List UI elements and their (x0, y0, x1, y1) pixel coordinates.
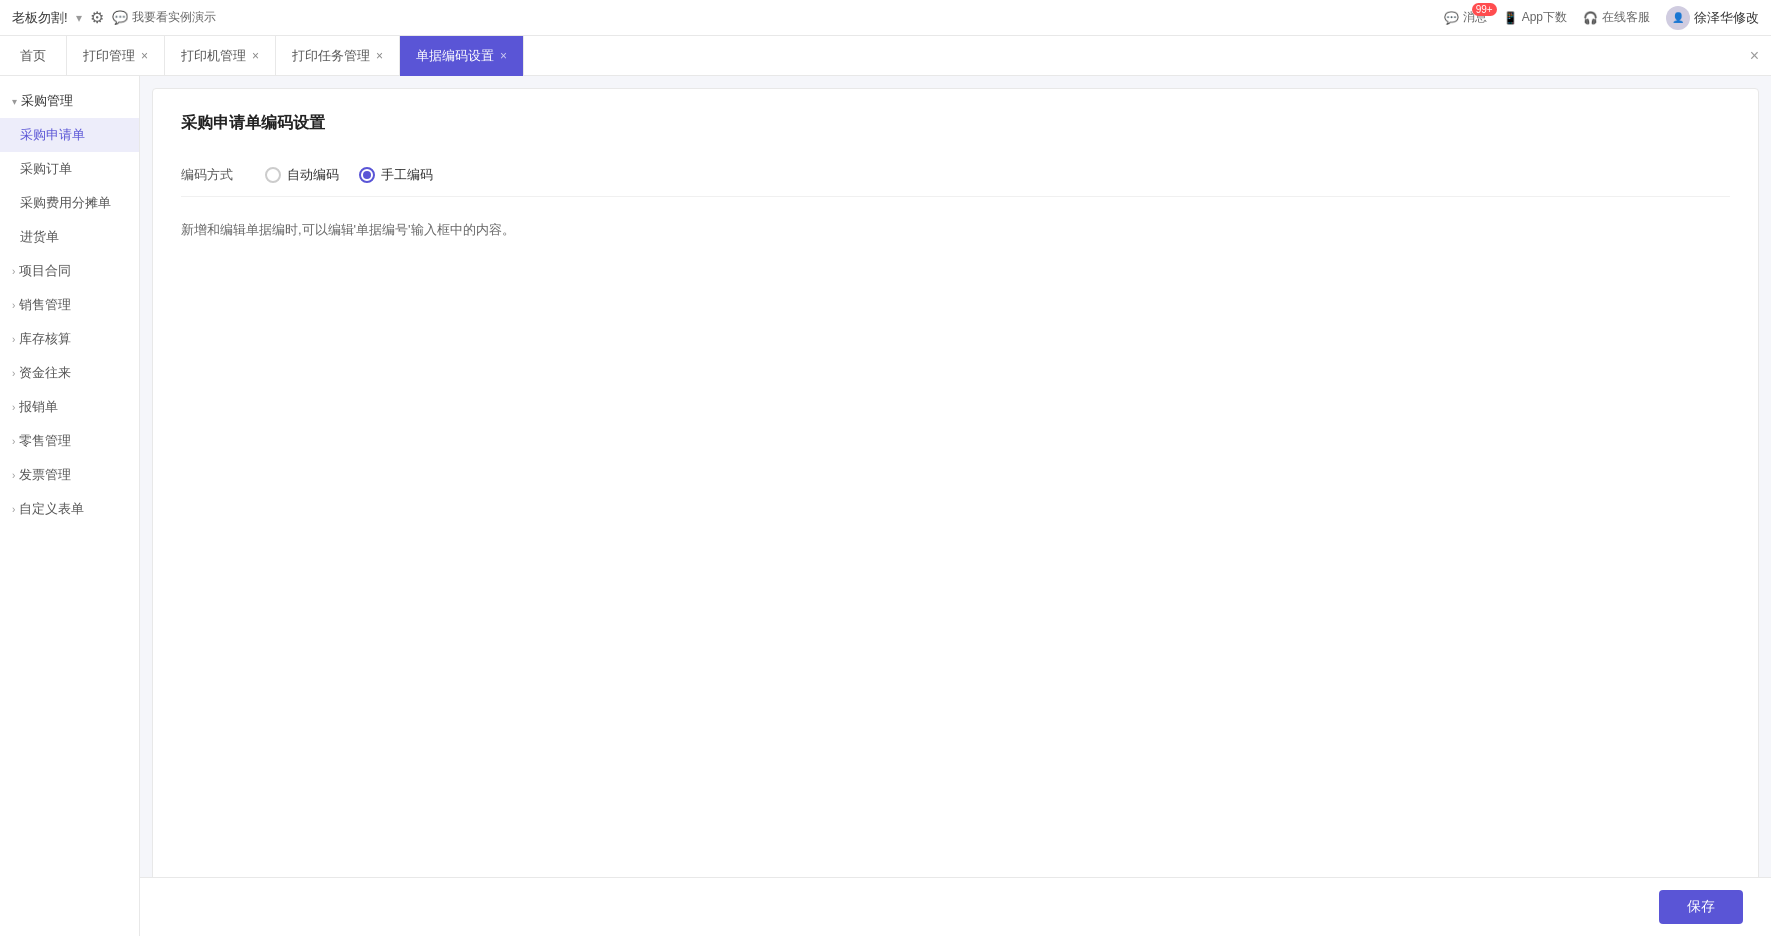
page-title: 采购申请单编码设置 (181, 113, 1730, 134)
encoding-label: 编码方式 (181, 166, 241, 184)
returns-arrow-icon: › (12, 402, 15, 413)
sales-arrow-icon: › (12, 300, 15, 311)
app-download-btn[interactable]: 📱 App下数 (1503, 9, 1567, 26)
content-area: 采购申请单编码设置 编码方式 自动编码 手工编码 (140, 76, 1771, 936)
retail-arrow-icon: › (12, 436, 15, 447)
tab-print-mgmt-label: 打印管理 (83, 47, 135, 65)
radio-auto-label: 自动编码 (287, 166, 339, 184)
user-name: 徐泽华修改 (1694, 9, 1759, 27)
demo-link[interactable]: 我要看实例演示 (112, 9, 216, 26)
settings-icon[interactable]: ⚙ (90, 8, 104, 27)
radio-manual-label: 手工编码 (381, 166, 433, 184)
sidebar-group-invoice-mgmt[interactable]: › 发票管理 (0, 458, 139, 492)
inventory-arrow-icon: › (12, 334, 15, 345)
encoding-section: 编码方式 自动编码 手工编码 新增和编辑单据编时,可以编辑'单据编号'输入框中的… (181, 154, 1730, 247)
message-btn[interactable]: 💬 消息 99+ (1444, 9, 1487, 26)
radio-auto-code[interactable]: 自动编码 (265, 166, 339, 184)
main-layout: ▾ 采购管理 采购申请单 采购订单 采购费用分摊单 进货单 › 项目合同 › 销… (0, 76, 1771, 936)
sidebar-item-purchase-expense[interactable]: 采购费用分摊单 (0, 186, 139, 220)
tab-bar: 首页 打印管理 × 打印机管理 × 打印任务管理 × 单据编码设置 × × (0, 36, 1771, 76)
sidebar: ▾ 采购管理 采购申请单 采购订单 采购费用分摊单 进货单 › 项目合同 › 销… (0, 76, 140, 936)
sidebar-group-purchase-header[interactable]: ▾ 采购管理 (0, 84, 139, 118)
tab-single-code-setting[interactable]: 单据编码设置 × (400, 36, 524, 76)
sidebar-group-sales-mgmt[interactable]: › 销售管理 (0, 288, 139, 322)
content-footer: 保存 (140, 877, 1771, 936)
radio-manual-code[interactable]: 手工编码 (359, 166, 433, 184)
radio-manual-circle (359, 167, 375, 183)
sidebar-group-inventory[interactable]: › 库存核算 (0, 322, 139, 356)
purchase-group-label: 采购管理 (21, 92, 73, 110)
sidebar-group-retail-mgmt[interactable]: › 零售管理 (0, 424, 139, 458)
sidebar-group-custom-forms[interactable]: › 自定义表单 (0, 492, 139, 526)
sidebar-group-purchase: ▾ 采购管理 采购申请单 采购订单 采购费用分摊单 进货单 (0, 84, 139, 254)
sidebar-item-purchase-requisition[interactable]: 采购申请单 (0, 118, 139, 152)
top-bar-right: 💬 消息 99+ 📱 App下数 🎧 在线客服 👤 徐泽华修改 (1444, 6, 1759, 30)
tab-printer-mgmt[interactable]: 打印机管理 × (165, 36, 276, 76)
content-inner: 采购申请单编码设置 编码方式 自动编码 手工编码 (152, 88, 1759, 924)
tab-print-mgmt-close[interactable]: × (141, 49, 148, 63)
tab-print-task-mgmt-close[interactable]: × (376, 49, 383, 63)
sidebar-group-returns[interactable]: › 报销单 (0, 390, 139, 424)
tab-single-code-setting-label: 单据编码设置 (416, 47, 494, 65)
radio-group: 自动编码 手工编码 (265, 166, 433, 184)
tab-bar-close-all[interactable]: × (1750, 47, 1771, 65)
online-service-btn[interactable]: 🎧 在线客服 (1583, 9, 1650, 26)
avatar: 👤 (1666, 6, 1690, 30)
online-service-label: 在线客服 (1602, 9, 1650, 26)
capital-arrow-icon: › (12, 368, 15, 379)
message-icon: 💬 (1444, 11, 1459, 25)
tab-print-task-mgmt[interactable]: 打印任务管理 × (276, 36, 400, 76)
message-badge: 99+ (1472, 3, 1497, 16)
sidebar-item-stock-in[interactable]: 进货单 (0, 220, 139, 254)
tab-print-task-mgmt-label: 打印任务管理 (292, 47, 370, 65)
sidebar-item-purchase-order[interactable]: 采购订单 (0, 152, 139, 186)
sidebar-group-capital[interactable]: › 资金往来 (0, 356, 139, 390)
tab-home[interactable]: 首页 (0, 36, 67, 76)
tab-print-mgmt[interactable]: 打印管理 × (67, 36, 165, 76)
top-bar: 老板勿割! ▾ ⚙ 我要看实例演示 💬 消息 99+ 📱 App下数 🎧 在线客… (0, 0, 1771, 36)
app-download-label: App下数 (1522, 9, 1567, 26)
sidebar-group-project-contract[interactable]: › 项目合同 (0, 254, 139, 288)
purchase-arrow-icon: ▾ (12, 96, 17, 107)
invoice-arrow-icon: › (12, 470, 15, 481)
phone-icon: 📱 (1503, 11, 1518, 25)
tab-home-label: 首页 (20, 47, 46, 65)
headset-icon: 🎧 (1583, 11, 1598, 25)
top-bar-left: 老板勿割! ▾ ⚙ 我要看实例演示 (12, 8, 216, 27)
user-info[interactable]: 👤 徐泽华修改 (1666, 6, 1759, 30)
title-dropdown-icon[interactable]: ▾ (76, 11, 82, 25)
encoding-row: 编码方式 自动编码 手工编码 (181, 154, 1730, 197)
custom-forms-arrow-icon: › (12, 504, 15, 515)
tab-single-code-setting-close[interactable]: × (500, 49, 507, 63)
tab-printer-mgmt-close[interactable]: × (252, 49, 259, 63)
hint-text: 新增和编辑单据编时,可以编辑'单据编号'输入框中的内容。 (181, 213, 1730, 247)
project-contract-arrow-icon: › (12, 266, 15, 277)
radio-auto-circle (265, 167, 281, 183)
app-title: 老板勿割! (12, 9, 68, 27)
tab-printer-mgmt-label: 打印机管理 (181, 47, 246, 65)
save-button[interactable]: 保存 (1659, 890, 1743, 924)
